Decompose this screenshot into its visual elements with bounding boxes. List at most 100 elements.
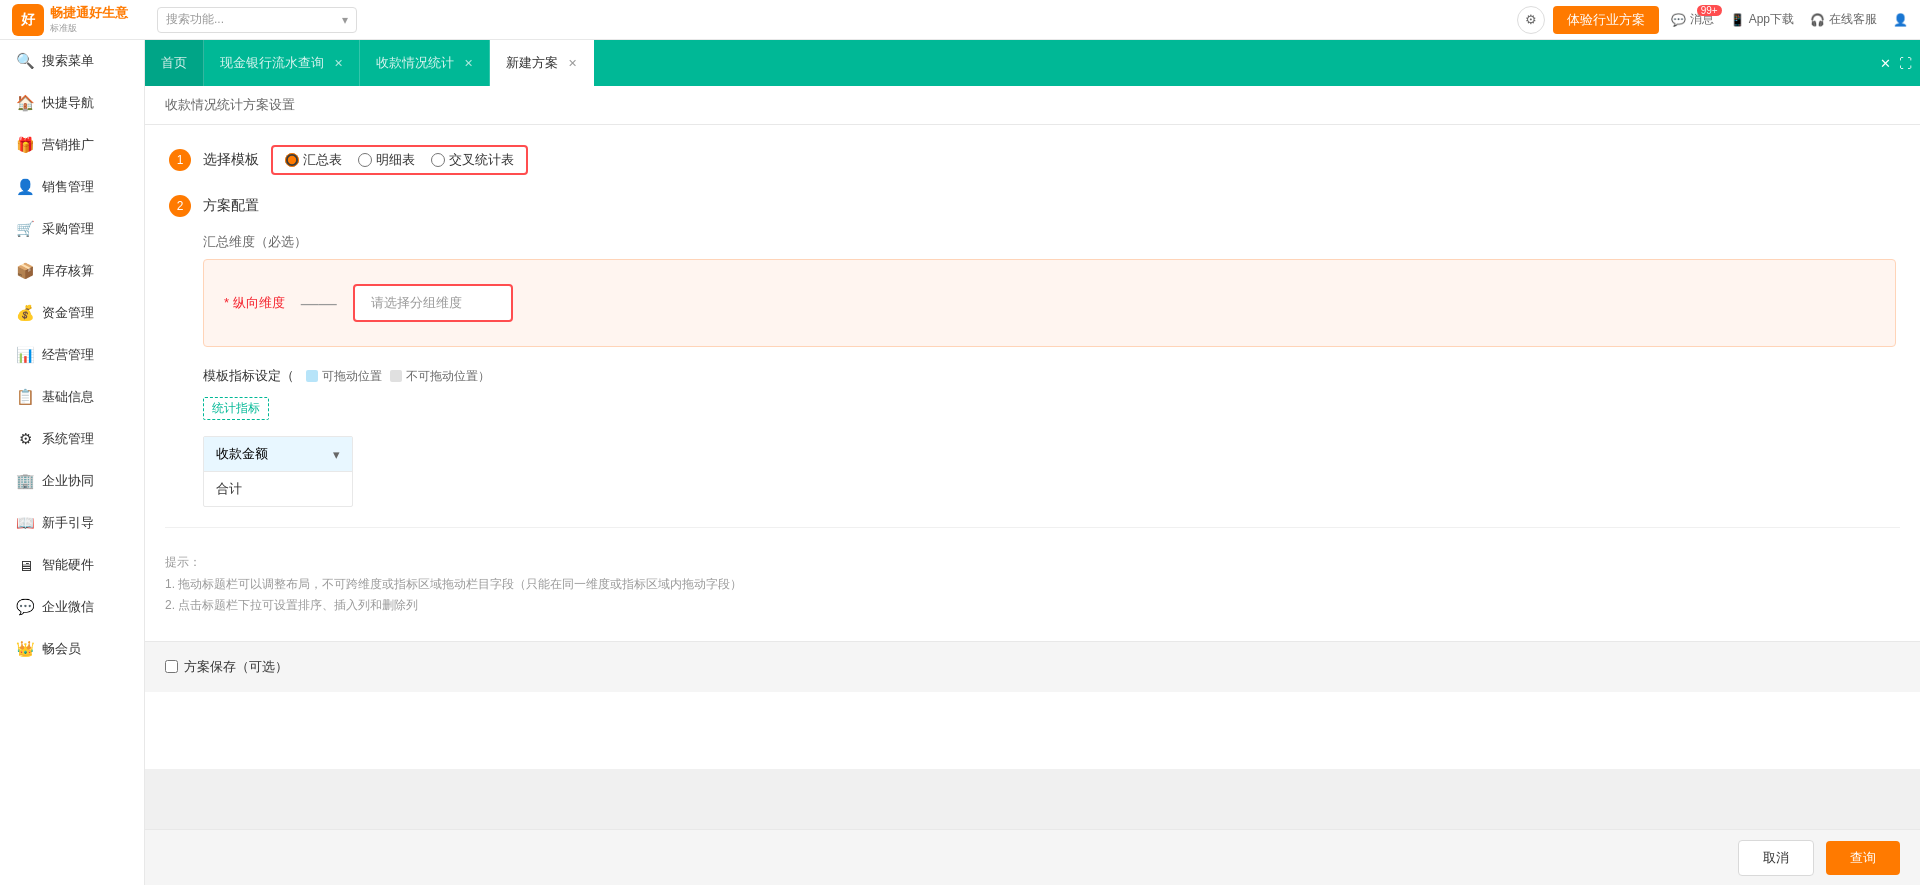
- dimension-row: * 纵向维度 —— 请选择分组维度: [224, 284, 1875, 322]
- download-label: App下载: [1749, 11, 1794, 28]
- user-avatar[interactable]: 👤: [1893, 13, 1908, 27]
- radio-cross-input[interactable]: [431, 153, 445, 167]
- gear-button[interactable]: ⚙: [1517, 6, 1545, 34]
- sidebar-label-search: 搜索菜单: [42, 52, 94, 70]
- main-layout: 🔍 搜索菜单 🏠 快捷导航 🎁 营销推广 👤 销售管理 🛒 采购管理 📦 库存核…: [0, 40, 1920, 885]
- wechat-icon: 💬: [16, 598, 34, 616]
- tab-actions: ✕ ⛶: [1872, 56, 1920, 71]
- tab-receipt[interactable]: 收款情况统计 ✕: [360, 40, 490, 86]
- service-button[interactable]: 🎧 在线客服: [1810, 11, 1877, 28]
- message-badge: 99+: [1697, 5, 1722, 16]
- radio-summary-input[interactable]: [285, 153, 299, 167]
- stats-label-wrapper: 统计指标: [203, 397, 1896, 428]
- dimension-title: 汇总维度（必选）: [203, 233, 1896, 251]
- sidebar-item-inventory[interactable]: 📦 库存核算: [0, 250, 144, 292]
- sidebar-item-finance[interactable]: 💰 资金管理: [0, 292, 144, 334]
- bottom-bar: 取消 查询: [145, 829, 1920, 885]
- metrics-table-header[interactable]: 收款金额 ▾: [204, 437, 352, 472]
- column-dropdown-icon[interactable]: ▾: [333, 447, 340, 462]
- user-icon: 👤: [1893, 13, 1908, 27]
- sidebar-label-inventory: 库存核算: [42, 262, 94, 280]
- tab-home-label: 首页: [161, 54, 187, 72]
- metrics-legend: 可拖动位置 不可拖动位置）: [306, 368, 490, 385]
- logo-badge: 标准版: [50, 22, 128, 35]
- sidebar-item-collab[interactable]: 🏢 企业协同: [0, 460, 144, 502]
- cell-text: 合计: [216, 481, 242, 496]
- radio-summary[interactable]: 汇总表: [285, 151, 342, 169]
- sidebar-label-member: 畅会员: [42, 640, 81, 658]
- breadcrumb: 收款情况统计方案设置: [145, 86, 1920, 125]
- step2-number: 2: [169, 195, 191, 217]
- breadcrumb-text: 收款情况统计方案设置: [165, 97, 295, 112]
- download-button[interactable]: 📱 App下载: [1730, 11, 1794, 28]
- sidebar-item-hardware[interactable]: 🖥 智能硬件: [0, 544, 144, 586]
- tab-cashflow[interactable]: 现金银行流水查询 ✕: [204, 40, 360, 86]
- save-option: 方案保存（可选）: [145, 641, 1920, 692]
- radio-detail-label: 明细表: [376, 151, 415, 169]
- sidebar-item-guide[interactable]: 📖 新手引导: [0, 502, 144, 544]
- radio-detail-input[interactable]: [358, 153, 372, 167]
- sidebar-item-wechat[interactable]: 💬 企业微信: [0, 586, 144, 628]
- member-icon: 👑: [16, 640, 34, 658]
- save-label: 方案保存（可选）: [184, 658, 288, 676]
- sidebar-item-management[interactable]: 📊 经营管理: [0, 334, 144, 376]
- step2-header: 2 方案配置: [169, 195, 1896, 217]
- sidebar-label-collab: 企业协同: [42, 472, 94, 490]
- tip-item-2: 2. 点击标题栏下拉可设置排序、插入列和删除列: [165, 595, 1900, 617]
- search-bar[interactable]: 搜索功能... ▾: [157, 7, 357, 33]
- template-options-border: 汇总表 明细表 交叉统计表: [271, 145, 528, 175]
- tab-newplan[interactable]: 新建方案 ✕: [490, 40, 594, 86]
- tab-home[interactable]: 首页: [145, 40, 204, 86]
- hardware-icon: 🖥: [16, 556, 34, 574]
- sales-icon: 👤: [16, 178, 34, 196]
- sidebar-item-purchase[interactable]: 🛒 采购管理: [0, 208, 144, 250]
- sidebar-item-search[interactable]: 🔍 搜索菜单: [0, 40, 144, 82]
- basic-icon: 📋: [16, 388, 34, 406]
- query-button[interactable]: 查询: [1826, 841, 1900, 875]
- tab-newplan-close[interactable]: ✕: [568, 57, 577, 70]
- divider: [165, 527, 1900, 528]
- tab-newplan-label: 新建方案: [506, 54, 558, 72]
- radio-cross[interactable]: 交叉统计表: [431, 151, 514, 169]
- save-checkbox[interactable]: [165, 660, 178, 673]
- search-placeholder: 搜索功能...: [166, 11, 224, 28]
- form-section: 1 选择模板 汇总表 明细表: [145, 125, 1920, 527]
- sidebar-item-basic[interactable]: 📋 基础信息: [0, 376, 144, 418]
- tab-expand-icon[interactable]: ⛶: [1899, 56, 1912, 71]
- tab-cashflow-label: 现金银行流水查询: [220, 54, 324, 72]
- step2-label: 方案配置: [203, 197, 259, 215]
- management-icon: 📊: [16, 346, 34, 364]
- home-icon: 🏠: [16, 94, 34, 112]
- tab-close-all-icon[interactable]: ✕: [1880, 56, 1891, 71]
- top-bar: 好 畅捷通好生意 标准版 搜索功能... ▾ ⚙ 体验行业方案 💬 消息 99+…: [0, 0, 1920, 40]
- sidebar-label-nav: 快捷导航: [42, 94, 94, 112]
- radio-cross-label: 交叉统计表: [449, 151, 514, 169]
- stats-label: 统计指标: [203, 397, 269, 420]
- sidebar-item-marketing[interactable]: 🎁 营销推广: [0, 124, 144, 166]
- step1-label: 选择模板: [203, 151, 259, 169]
- purchase-icon: 🛒: [16, 220, 34, 238]
- sidebar-label-basic: 基础信息: [42, 388, 94, 406]
- dimension-area: * 纵向维度 —— 请选择分组维度: [203, 259, 1896, 347]
- sidebar-item-system[interactable]: ⚙ 系统管理: [0, 418, 144, 460]
- radio-detail[interactable]: 明细表: [358, 151, 415, 169]
- sidebar-item-sales[interactable]: 👤 销售管理: [0, 166, 144, 208]
- search-area: 搜索功能... ▾: [157, 7, 1505, 33]
- message-button[interactable]: 💬 消息 99+: [1671, 11, 1714, 28]
- page-inner: 收款情况统计方案设置 1 选择模板 汇总表: [145, 86, 1920, 769]
- tab-receipt-close[interactable]: ✕: [464, 57, 473, 70]
- dimension-select[interactable]: 请选择分组维度: [353, 284, 513, 322]
- sidebar-item-member[interactable]: 👑 畅会员: [0, 628, 144, 670]
- cancel-button[interactable]: 取消: [1738, 840, 1814, 876]
- sidebar-item-nav[interactable]: 🏠 快捷导航: [0, 82, 144, 124]
- industry-button[interactable]: 体验行业方案: [1553, 6, 1659, 34]
- sidebar-label-guide: 新手引导: [42, 514, 94, 532]
- search-icon: 🔍: [16, 52, 34, 70]
- radio-summary-label: 汇总表: [303, 151, 342, 169]
- tab-cashflow-close[interactable]: ✕: [334, 57, 343, 70]
- marketing-icon: 🎁: [16, 136, 34, 154]
- page-content: 收款情况统计方案设置 1 选择模板 汇总表: [145, 86, 1920, 829]
- message-icon: 💬: [1671, 13, 1686, 27]
- service-label: 在线客服: [1829, 11, 1877, 28]
- dimension-wrapper: 汇总维度（必选） * 纵向维度 —— 请选择分组维度: [203, 233, 1896, 507]
